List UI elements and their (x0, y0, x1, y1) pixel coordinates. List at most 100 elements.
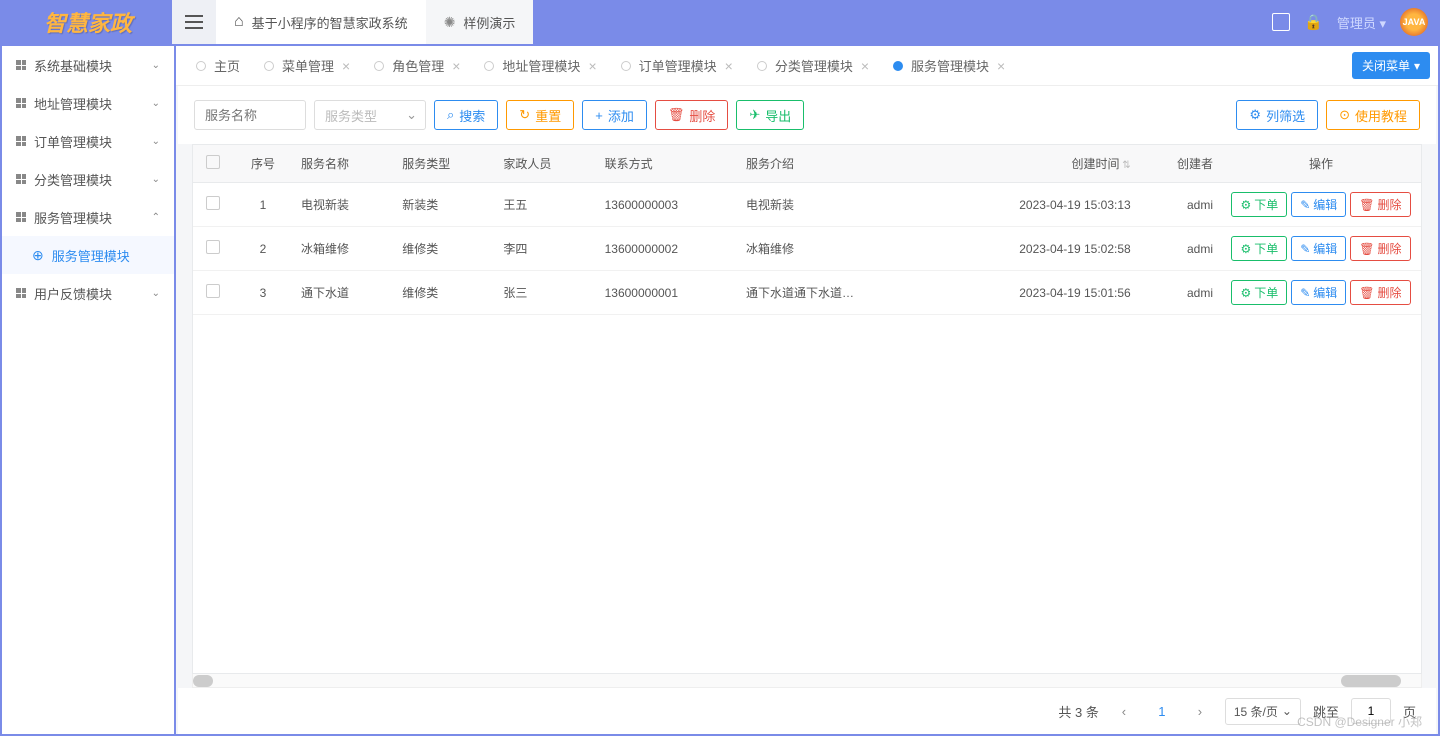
gear-icon: ⚙ (1249, 107, 1261, 123)
refresh-icon: ↻ (519, 107, 530, 123)
row-checkbox[interactable] (206, 196, 220, 210)
cell-creator: admi (1139, 183, 1221, 227)
table-container: 序号 服务名称 服务类型 家政人员 联系方式 服务介绍 创建时间 创建者 操作 … (192, 144, 1422, 674)
sidebar-item-feedback[interactable]: 用户反馈模块 ⌄ (2, 274, 174, 312)
next-page-button[interactable]: › (1187, 698, 1213, 724)
table-row: 3 通下水道 维修类 张三 13600000001 通下水道通下水道通下... … (193, 271, 1421, 315)
order-button[interactable]: ⚙下单 (1231, 236, 1287, 261)
top-tab-system[interactable]: 基于小程序的智慧家政系统 (216, 0, 426, 44)
tab-menu[interactable]: 菜单管理× (252, 50, 362, 81)
table-row: 1 电视新装 新装类 王五 13600000003 电视新装 2023-04-1… (193, 183, 1421, 227)
page-number[interactable]: 1 (1149, 698, 1175, 724)
cell-seq: 3 (233, 271, 293, 315)
edit-icon: ✎ (1300, 198, 1310, 212)
close-icon[interactable]: × (861, 58, 869, 74)
sidebar-item-address[interactable]: 地址管理模块 ⌄ (2, 84, 174, 122)
logo: 智慧家政 (12, 6, 164, 38)
tutorial-button[interactable]: ⊙使用教程 (1326, 100, 1420, 130)
edit-button[interactable]: ✎编辑 (1291, 192, 1346, 217)
cell-time: 2023-04-19 15:03:13 (937, 183, 1138, 227)
cell-type: 维修类 (394, 271, 495, 315)
menu-toggle-button[interactable] (172, 0, 216, 44)
column-filter-button[interactable]: ⚙列筛选 (1236, 100, 1318, 130)
admin-dropdown[interactable]: 管理员 ▾ (1337, 13, 1386, 32)
grid-icon (16, 98, 26, 108)
cell-staff: 李四 (495, 227, 596, 271)
search-button[interactable]: ⌕搜索 (434, 100, 498, 130)
row-delete-button[interactable]: 🗑删除 (1350, 236, 1410, 261)
row-checkbox[interactable] (206, 240, 220, 254)
col-creator: 创建者 (1139, 145, 1221, 183)
tab-service[interactable]: 服务管理模块× (881, 50, 1017, 81)
col-name: 服务名称 (293, 145, 394, 183)
sidebar-item-order[interactable]: 订单管理模块 ⌄ (2, 122, 174, 160)
add-button[interactable]: +添加 (582, 100, 647, 130)
chevron-down-icon: ⌄ (152, 136, 160, 147)
top-tab-demo[interactable]: 样例演示 (426, 0, 534, 44)
trash-icon: 🗑 (1359, 198, 1374, 212)
sidebar-item-category[interactable]: 分类管理模块 ⌄ (2, 160, 174, 198)
edit-button[interactable]: ✎编辑 (1291, 280, 1346, 305)
close-menu-button[interactable]: 关闭菜单 ▾ (1352, 52, 1430, 79)
fullscreen-icon[interactable] (1272, 13, 1290, 31)
tab-role[interactable]: 角色管理× (362, 50, 472, 81)
tab-home[interactable]: 主页 (184, 50, 252, 81)
page-size-select[interactable]: 15 条/页 ⌄ (1225, 698, 1301, 725)
avatar[interactable]: JAVA (1400, 8, 1428, 36)
col-time[interactable]: 创建时间 (937, 145, 1138, 183)
sidebar-item-label: 分类管理模块 (34, 170, 112, 189)
export-icon: ✈ (749, 107, 760, 123)
plus-icon: + (595, 108, 603, 123)
search-input[interactable] (194, 100, 306, 130)
cell-seq: 2 (233, 227, 293, 271)
row-checkbox[interactable] (206, 284, 220, 298)
trash-icon: 🗑 (1359, 286, 1374, 300)
total-count: 共 3 条 (1058, 702, 1098, 721)
tab-order[interactable]: 订单管理模块× (609, 50, 745, 81)
cell-type: 新装类 (394, 183, 495, 227)
sidebar-item-system[interactable]: 系统基础模块 ⌄ (2, 46, 174, 84)
close-icon[interactable]: × (588, 58, 596, 74)
cell-name: 通下水道 (293, 271, 394, 315)
chevron-up-icon: ⌃ (152, 212, 160, 223)
cell-creator: admi (1139, 271, 1221, 315)
grid-icon (16, 288, 26, 298)
sidebar-item-label: 服务管理模块 (52, 246, 130, 265)
lock-icon[interactable] (1304, 13, 1323, 31)
globe-icon (32, 247, 44, 264)
sidebar-item-service-parent[interactable]: 服务管理模块 ⌃ (2, 198, 174, 236)
close-icon[interactable]: × (997, 58, 1005, 74)
gear-icon: ⚙ (1240, 198, 1251, 212)
order-button[interactable]: ⚙下单 (1231, 280, 1287, 305)
close-icon[interactable]: × (725, 58, 733, 74)
sidebar: 系统基础模块 ⌄ 地址管理模块 ⌄ 订单管理模块 ⌄ 分类管理模块 ⌄ 服务管理… (2, 46, 174, 734)
cell-name: 电视新装 (293, 183, 394, 227)
export-button[interactable]: ✈导出 (736, 100, 804, 130)
sun-icon (444, 14, 456, 31)
reset-button[interactable]: ↻重置 (506, 100, 574, 130)
tab-address[interactable]: 地址管理模块× (472, 50, 608, 81)
sidebar-item-service[interactable]: 服务管理模块 (2, 236, 174, 274)
prev-page-button[interactable]: ‹ (1111, 698, 1137, 724)
col-type: 服务类型 (394, 145, 495, 183)
delete-button[interactable]: 🗑删除 (655, 100, 729, 130)
tab-category[interactable]: 分类管理模块× (745, 50, 881, 81)
cell-staff: 张三 (495, 271, 596, 315)
edit-button[interactable]: ✎编辑 (1291, 236, 1346, 261)
close-icon[interactable]: × (342, 58, 350, 74)
edit-icon: ✎ (1300, 242, 1310, 256)
top-tabs: 基于小程序的智慧家政系统 样例演示 (216, 0, 533, 44)
trash-icon: 🗑 (1359, 242, 1374, 256)
row-delete-button[interactable]: 🗑删除 (1350, 280, 1410, 305)
select-all-checkbox[interactable] (206, 155, 220, 169)
close-icon[interactable]: × (452, 58, 460, 74)
type-select[interactable]: 服务类型 (314, 100, 426, 130)
col-staff: 家政人员 (495, 145, 596, 183)
service-table: 序号 服务名称 服务类型 家政人员 联系方式 服务介绍 创建时间 创建者 操作 … (193, 145, 1421, 315)
cell-type: 维修类 (394, 227, 495, 271)
order-button[interactable]: ⚙下单 (1231, 192, 1287, 217)
horizontal-scrollbar[interactable] (192, 674, 1422, 688)
table-row: 2 冰箱维修 维修类 李四 13600000002 冰箱维修 2023-04-1… (193, 227, 1421, 271)
top-tab-label: 样例演示 (463, 13, 515, 32)
row-delete-button[interactable]: 🗑删除 (1350, 192, 1410, 217)
